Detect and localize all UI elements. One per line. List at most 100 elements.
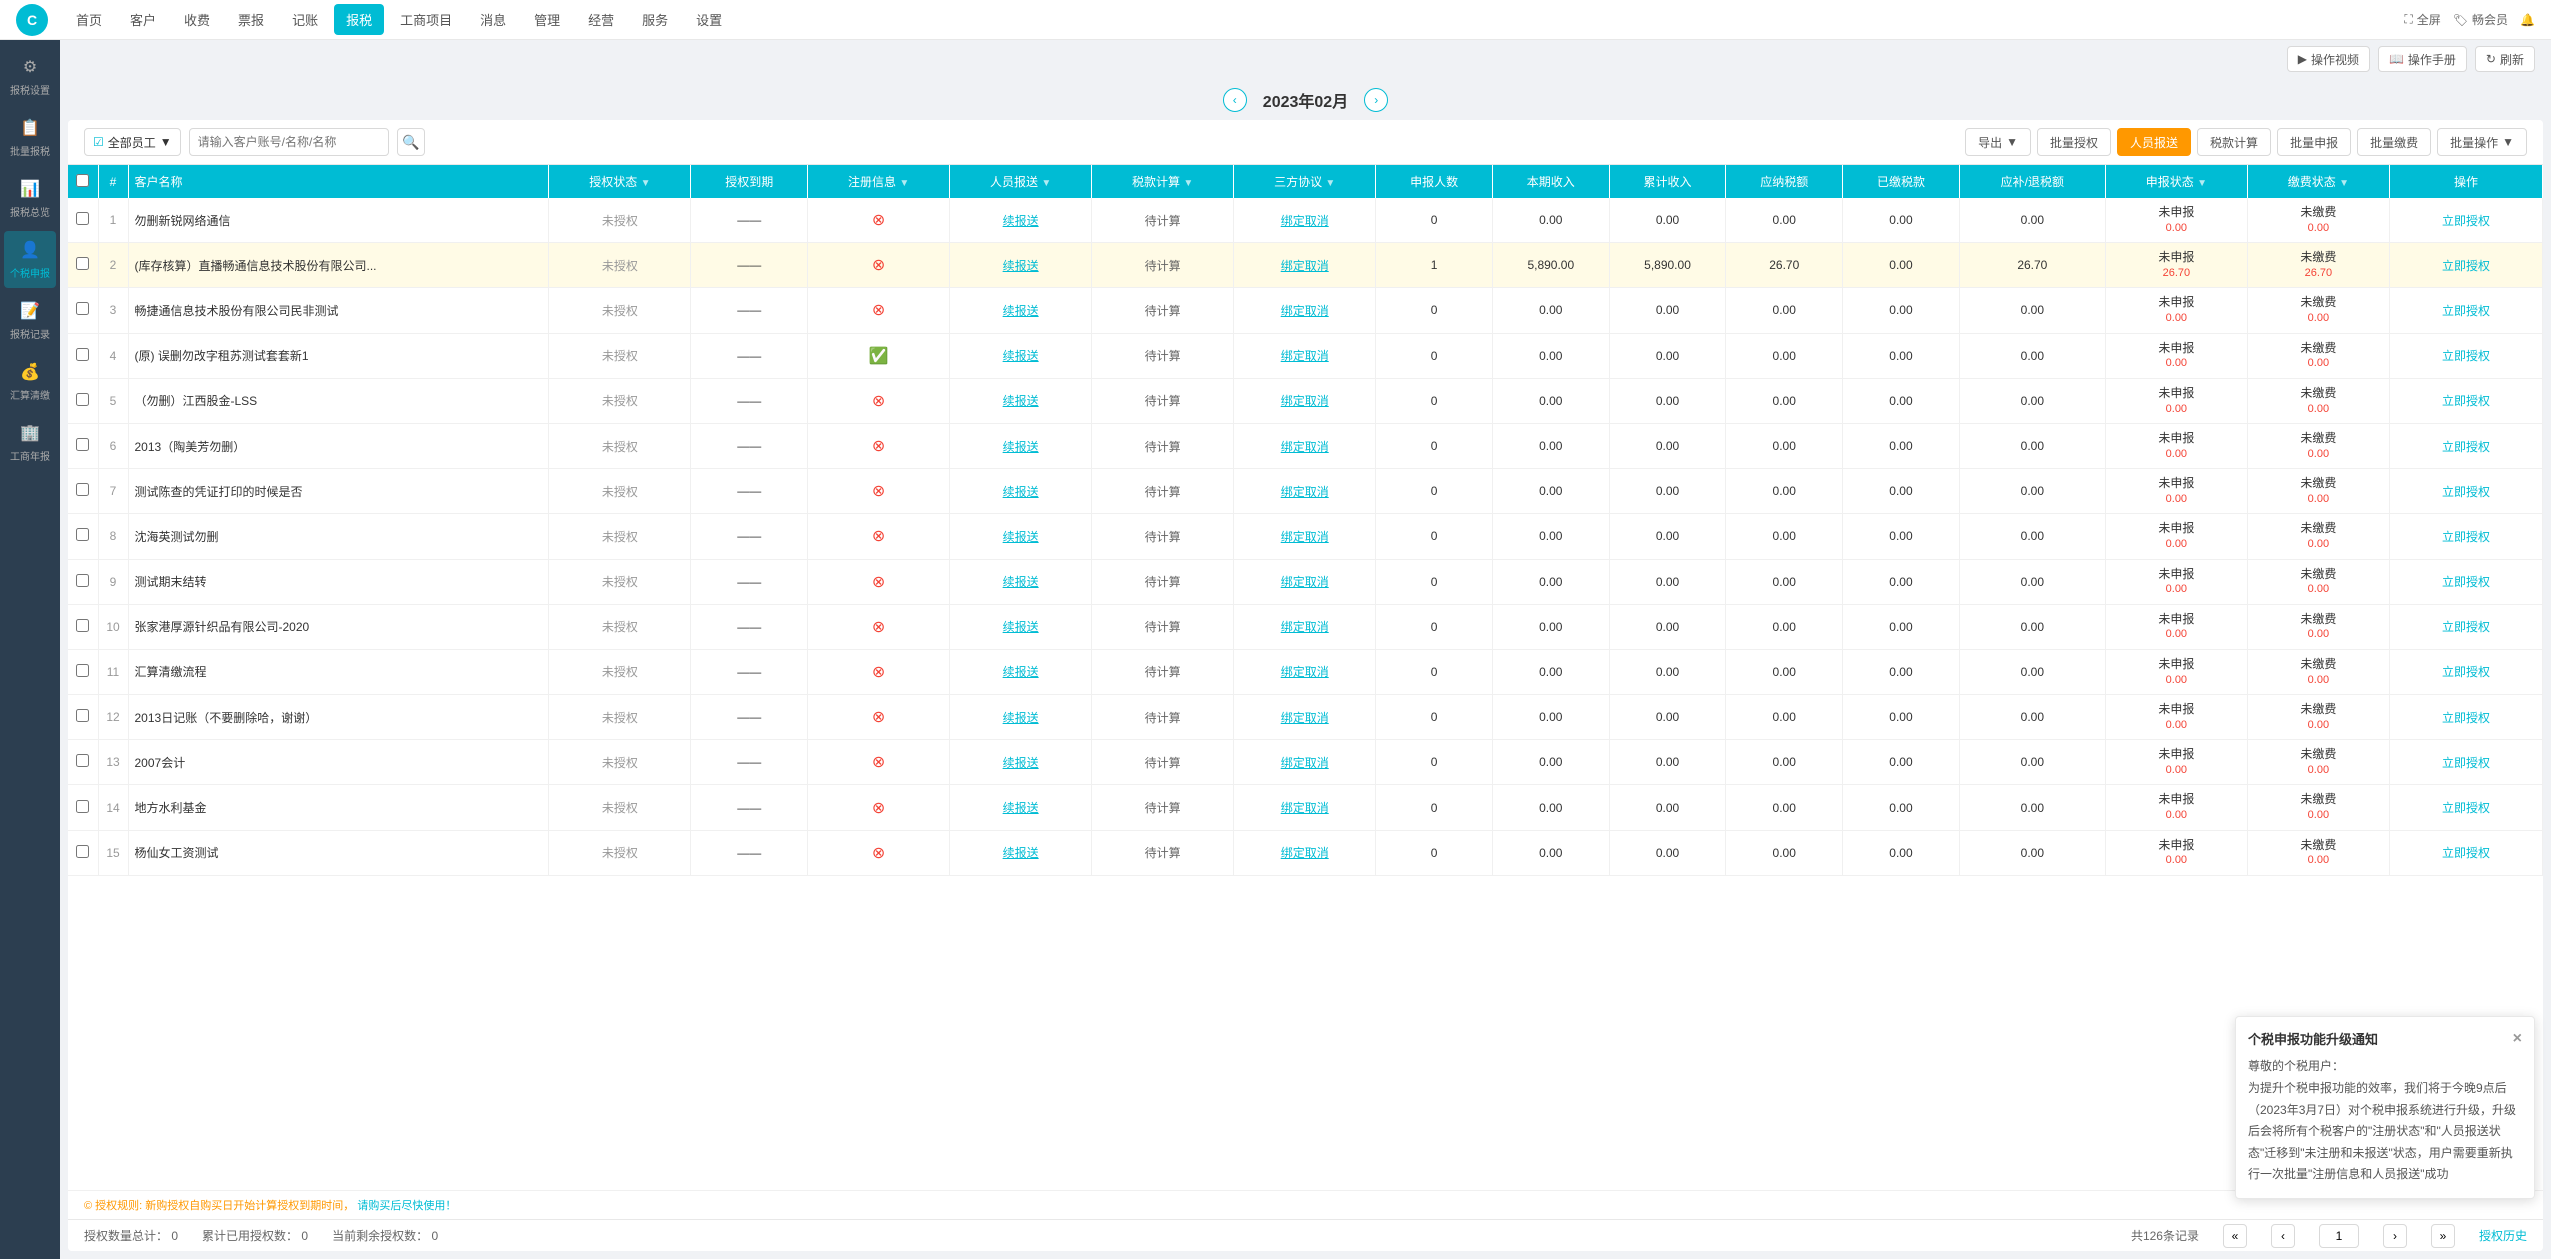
action-btn[interactable]: 立即授权 xyxy=(2442,573,2490,590)
sidebar-item-报税记录[interactable]: 📝报税记录 xyxy=(4,292,56,349)
select-all-checkbox[interactable] xyxy=(76,174,89,187)
notification-btn[interactable]: 🔔 xyxy=(2520,13,2535,27)
action-btn[interactable]: 立即授权 xyxy=(2442,709,2490,726)
person-report-link[interactable]: 续报送 xyxy=(1003,801,1039,815)
action-btn[interactable]: 立即授权 xyxy=(2442,483,2490,500)
video-tutorial-btn[interactable]: ▶ 操作视频 xyxy=(2287,46,2370,72)
nav-item-报税[interactable]: 报税 xyxy=(334,4,384,35)
triparty-link[interactable]: 绑定取消 xyxy=(1281,304,1329,318)
row-checkbox[interactable] xyxy=(76,800,89,813)
person-report-btn[interactable]: 人员报送 xyxy=(2117,128,2191,156)
popup-close-btn[interactable]: × xyxy=(2513,1030,2522,1048)
person-report-link[interactable]: 续报送 xyxy=(1003,711,1039,725)
sidebar-item-汇算清缴[interactable]: 💰汇算清缴 xyxy=(4,353,56,410)
triparty-link[interactable]: 绑定取消 xyxy=(1281,620,1329,634)
action-btn[interactable]: 立即授权 xyxy=(2442,754,2490,771)
nav-item-管理[interactable]: 管理 xyxy=(522,4,572,35)
employee-filter[interactable]: ☑ 全部员工 ▼ xyxy=(84,128,181,156)
nav-item-客户[interactable]: 客户 xyxy=(118,4,168,35)
refresh-btn[interactable]: ↻ 刷新 xyxy=(2475,46,2535,72)
row-checkbox[interactable] xyxy=(76,709,89,722)
sidebar-item-报税总览[interactable]: 📊报税总览 xyxy=(4,170,56,227)
person-report-link[interactable]: 续报送 xyxy=(1003,485,1039,499)
triparty-link[interactable]: 绑定取消 xyxy=(1281,530,1329,544)
person-report-link[interactable]: 续报送 xyxy=(1003,530,1039,544)
triparty-link[interactable]: 绑定取消 xyxy=(1281,846,1329,860)
person-report-link[interactable]: 续报送 xyxy=(1003,575,1039,589)
row-checkbox[interactable] xyxy=(76,257,89,270)
row-checkbox[interactable] xyxy=(76,393,89,406)
sort-tri-icon[interactable]: ▼ xyxy=(1325,178,1335,189)
notice-link[interactable]: 请购买后尽快使用！ xyxy=(357,1200,456,1212)
row-checkbox[interactable] xyxy=(76,212,89,225)
nav-item-首页[interactable]: 首页 xyxy=(64,4,114,35)
sidebar-item-批量报税[interactable]: 📋批量报税 xyxy=(4,109,56,166)
person-report-link[interactable]: 续报送 xyxy=(1003,394,1039,408)
action-btn[interactable]: 立即授权 xyxy=(2442,438,2490,455)
row-checkbox[interactable] xyxy=(76,348,89,361)
row-checkbox[interactable] xyxy=(76,845,89,858)
member-btn[interactable]: 🏷 畅会员 xyxy=(2453,11,2508,28)
triparty-link[interactable]: 绑定取消 xyxy=(1281,711,1329,725)
triparty-link[interactable]: 绑定取消 xyxy=(1281,349,1329,363)
triparty-link[interactable]: 绑定取消 xyxy=(1281,665,1329,679)
nav-item-工商项目[interactable]: 工商项目 xyxy=(388,4,464,35)
nav-item-服务[interactable]: 服务 xyxy=(630,4,680,35)
next-month-btn[interactable]: › xyxy=(1364,88,1388,112)
prev-month-btn[interactable]: ‹ xyxy=(1223,88,1247,112)
action-btn[interactable]: 立即授权 xyxy=(2442,212,2490,229)
triparty-link[interactable]: 绑定取消 xyxy=(1281,756,1329,770)
person-report-link[interactable]: 续报送 xyxy=(1003,440,1039,454)
person-report-link[interactable]: 续报送 xyxy=(1003,756,1039,770)
sort-auth-icon[interactable]: ▼ xyxy=(641,178,651,189)
row-checkbox[interactable] xyxy=(76,302,89,315)
person-report-link[interactable]: 续报送 xyxy=(1003,259,1039,273)
batch-pay-btn[interactable]: 批量缴费 xyxy=(2357,128,2431,156)
fullscreen-btn[interactable]: ⛶ 全屏 xyxy=(2404,11,2440,28)
row-checkbox[interactable] xyxy=(76,754,89,767)
last-page-btn[interactable]: » xyxy=(2431,1224,2455,1248)
sort-pay-icon[interactable]: ▼ xyxy=(2339,178,2349,189)
prev-page-btn[interactable]: ‹ xyxy=(2271,1224,2295,1248)
page-input[interactable] xyxy=(2319,1224,2359,1248)
person-report-link[interactable]: 续报送 xyxy=(1003,349,1039,363)
row-checkbox[interactable] xyxy=(76,483,89,496)
action-btn[interactable]: 立即授权 xyxy=(2442,257,2490,274)
triparty-link[interactable]: 绑定取消 xyxy=(1281,440,1329,454)
nav-item-收费[interactable]: 收费 xyxy=(172,4,222,35)
sort-person-icon[interactable]: ▼ xyxy=(1041,178,1051,189)
triparty-link[interactable]: 绑定取消 xyxy=(1281,214,1329,228)
action-btn[interactable]: 立即授权 xyxy=(2442,844,2490,861)
triparty-link[interactable]: 绑定取消 xyxy=(1281,801,1329,815)
row-checkbox[interactable] xyxy=(76,664,89,677)
auth-history-link[interactable]: 授权历史 xyxy=(2479,1227,2527,1244)
triparty-link[interactable]: 绑定取消 xyxy=(1281,394,1329,408)
action-btn[interactable]: 立即授权 xyxy=(2442,392,2490,409)
action-btn[interactable]: 立即授权 xyxy=(2442,302,2490,319)
action-btn[interactable]: 立即授权 xyxy=(2442,618,2490,635)
nav-item-记账[interactable]: 记账 xyxy=(280,4,330,35)
person-report-link[interactable]: 续报送 xyxy=(1003,214,1039,228)
triparty-link[interactable]: 绑定取消 xyxy=(1281,575,1329,589)
sort-report-icon[interactable]: ▼ xyxy=(2197,178,2207,189)
manual-btn[interactable]: 📖 操作手册 xyxy=(2378,46,2467,72)
action-btn[interactable]: 立即授权 xyxy=(2442,347,2490,364)
batch-report-btn[interactable]: 批量申报 xyxy=(2277,128,2351,156)
sidebar-item-工商年报[interactable]: 🏢工商年报 xyxy=(4,414,56,471)
person-report-link[interactable]: 续报送 xyxy=(1003,665,1039,679)
nav-item-设置[interactable]: 设置 xyxy=(684,4,734,35)
person-report-link[interactable]: 续报送 xyxy=(1003,304,1039,318)
triparty-link[interactable]: 绑定取消 xyxy=(1281,485,1329,499)
batch-auth-btn[interactable]: 批量授权 xyxy=(2037,128,2111,156)
sidebar-item-报税设置[interactable]: ⚙报税设置 xyxy=(4,48,56,105)
batch-ops-btn[interactable]: 批量操作 ▼ xyxy=(2437,128,2527,156)
next-page-btn[interactable]: › xyxy=(2383,1224,2407,1248)
triparty-link[interactable]: 绑定取消 xyxy=(1281,259,1329,273)
export-btn[interactable]: 导出 ▼ xyxy=(1965,128,2031,156)
sort-tax-calc-icon[interactable]: ▼ xyxy=(1183,178,1193,189)
row-checkbox[interactable] xyxy=(76,438,89,451)
person-report-link[interactable]: 续报送 xyxy=(1003,846,1039,860)
action-btn[interactable]: 立即授权 xyxy=(2442,799,2490,816)
person-report-link[interactable]: 续报送 xyxy=(1003,620,1039,634)
search-button[interactable]: 🔍 xyxy=(397,128,425,156)
